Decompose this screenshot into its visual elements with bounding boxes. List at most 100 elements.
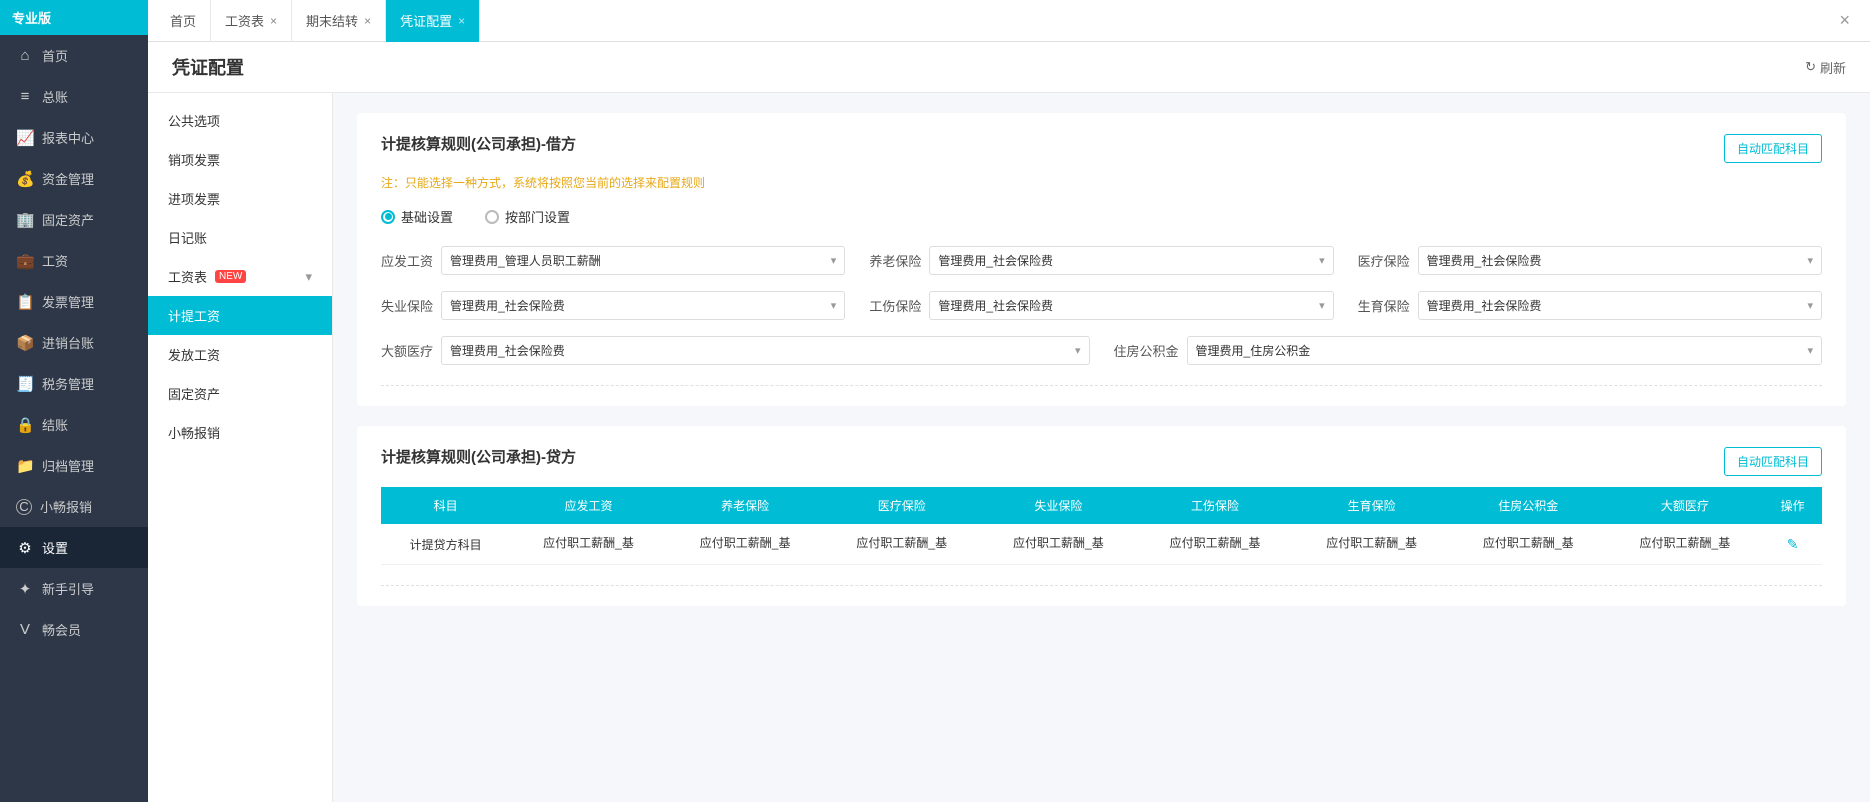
col-subject: 科目 xyxy=(381,487,510,524)
stock-icon: 📦 xyxy=(16,334,34,352)
sidebar-item-stock[interactable]: 📦 进销台账 xyxy=(0,322,148,363)
cell-medical: 应付职工薪酬_基 xyxy=(823,524,980,565)
archive-icon: 📁 xyxy=(16,457,34,475)
sidebar-item-guide[interactable]: ✦ 新手引导 xyxy=(0,568,148,609)
tab-voucher-config[interactable]: 凭证配置 × xyxy=(386,0,480,42)
cell-wage: 应付职工薪酬_基 xyxy=(510,524,667,565)
cell-pension: 应付职工薪酬_基 xyxy=(667,524,824,565)
form-item-unemployment: 失业保险 管理费用_社会保险费 ▾ xyxy=(381,291,845,320)
unemployment-select[interactable]: 管理费用_社会保险费 ▾ xyxy=(441,291,845,320)
cell-maternity: 应付职工薪酬_基 xyxy=(1293,524,1450,565)
credit-divider xyxy=(381,585,1822,586)
sidebar-item-xiaochang[interactable]: C 小畅报销 xyxy=(0,486,148,527)
col-medical: 医疗保险 xyxy=(823,487,980,524)
wage-select[interactable]: 管理费用_管理人员职工薪酬 ▾ xyxy=(441,246,845,275)
wage-select-arrow: ▾ xyxy=(831,254,837,267)
cell-injury: 应付职工薪酬_基 xyxy=(1137,524,1294,565)
injury-select-arrow: ▾ xyxy=(1319,299,1325,312)
new-badge: NEW xyxy=(215,270,246,283)
nav-item-public[interactable]: 公共选项 xyxy=(148,101,332,140)
sidebar-item-tax[interactable]: 🧾 税务管理 xyxy=(0,363,148,404)
maternity-select-arrow: ▾ xyxy=(1807,299,1813,312)
credit-table-header-row: 科目 应发工资 养老保险 医疗保险 失业保险 工伤保险 生育保险 住房公积金 大… xyxy=(381,487,1822,524)
form-item-big-medical: 大额医疗 管理费用_社会保险费 ▾ xyxy=(381,336,1090,365)
sidebar-item-settings[interactable]: ⚙ 设置 xyxy=(0,527,148,568)
sidebar-item-report[interactable]: 📈 报表中心 xyxy=(0,117,148,158)
nav-item-accrual-salary[interactable]: 计提工资 xyxy=(148,296,332,335)
debit-form-row2: 失业保险 管理费用_社会保险费 ▾ 工伤保险 管理费用_社会保险费 ▾ xyxy=(381,291,1822,320)
sidebar-item-member[interactable]: V 畅会员 xyxy=(0,609,148,650)
unemployment-label: 失业保险 xyxy=(381,296,433,315)
housing-label: 住房公积金 xyxy=(1114,341,1179,360)
settings-icon: ⚙ xyxy=(16,539,34,557)
credit-table: 科目 应发工资 养老保险 医疗保险 失业保险 工伤保险 生育保险 住房公积金 大… xyxy=(381,487,1822,565)
credit-section: 计提核算规则(公司承担)-贷方 自动匹配科目 科目 应发工资 养老保险 医疗保险… xyxy=(357,426,1846,606)
sidebar-item-fund[interactable]: 💰 资金管理 xyxy=(0,158,148,199)
injury-select[interactable]: 管理费用_社会保险费 ▾ xyxy=(929,291,1333,320)
tab-home[interactable]: 首页 xyxy=(156,0,211,42)
tab-payroll-close[interactable]: × xyxy=(270,14,277,28)
tab-voucher-config-close[interactable]: × xyxy=(458,14,465,28)
radio-dept[interactable]: 按部门设置 xyxy=(485,207,570,226)
debit-section-title: 计提核算规则(公司承担)-借方 xyxy=(381,133,576,154)
housing-select[interactable]: 管理费用_住房公积金 ▾ xyxy=(1187,336,1822,365)
injury-label: 工伤保险 xyxy=(869,296,921,315)
sidebar-item-salary[interactable]: 💼 工资 xyxy=(0,240,148,281)
medical-label: 医疗保险 xyxy=(1358,251,1410,270)
close-window-button[interactable]: × xyxy=(1827,10,1862,31)
nav-item-sales-invoice[interactable]: 销项发票 xyxy=(148,140,332,179)
pension-select[interactable]: 管理费用_社会保险费 ▾ xyxy=(929,246,1333,275)
sidebar-item-archive[interactable]: 📁 归档管理 xyxy=(0,445,148,486)
refresh-button[interactable]: ↻ 刷新 xyxy=(1805,58,1846,77)
credit-auto-match-button[interactable]: 自动匹配科目 xyxy=(1724,447,1822,476)
col-injury: 工伤保险 xyxy=(1137,487,1294,524)
nav-item-payroll-table[interactable]: 工资表 NEW ▾ xyxy=(148,257,332,296)
nav-item-purchase-invoice[interactable]: 进项发票 xyxy=(148,179,332,218)
col-housing: 住房公积金 xyxy=(1450,487,1607,524)
maternity-select[interactable]: 管理费用_社会保险费 ▾ xyxy=(1418,291,1822,320)
pension-select-arrow: ▾ xyxy=(1319,254,1325,267)
sidebar-item-asset[interactable]: 🏢 固定资产 xyxy=(0,199,148,240)
cell-action[interactable]: ✎ xyxy=(1763,524,1822,565)
tab-payroll[interactable]: 工资表 × xyxy=(211,0,292,42)
col-unemployment: 失业保险 xyxy=(980,487,1137,524)
content-area: 计提核算规则(公司承担)-借方 自动匹配科目 注：只能选择一种方式，系统将按照您… xyxy=(333,93,1870,802)
big-medical-select[interactable]: 管理费用_社会保险费 ▾ xyxy=(441,336,1089,365)
sidebar-item-invoice[interactable]: 📋 发票管理 xyxy=(0,281,148,322)
tab-period-close[interactable]: 期末结转 × xyxy=(292,0,386,42)
debit-radio-group: 基础设置 按部门设置 xyxy=(381,207,1822,226)
debit-auto-match-button[interactable]: 自动匹配科目 xyxy=(1724,134,1822,163)
unemployment-select-arrow: ▾ xyxy=(831,299,837,312)
medical-select-arrow: ▾ xyxy=(1807,254,1813,267)
cell-unemployment: 应付职工薪酬_基 xyxy=(980,524,1137,565)
big-medical-label: 大额医疗 xyxy=(381,341,433,360)
sidebar-item-close[interactable]: 🔒 结账 xyxy=(0,404,148,445)
cell-big-medical: 应付职工薪酬_基 xyxy=(1607,524,1764,565)
debit-section: 计提核算规则(公司承担)-借方 自动匹配科目 注：只能选择一种方式，系统将按照您… xyxy=(357,113,1846,406)
medical-select[interactable]: 管理费用_社会保险费 ▾ xyxy=(1418,246,1822,275)
page-title: 凭证配置 xyxy=(172,54,244,80)
col-big-medical: 大额医疗 xyxy=(1607,487,1764,524)
credit-section-header: 计提核算规则(公司承担)-贷方 自动匹配科目 xyxy=(381,446,1822,477)
nav-item-journal[interactable]: 日记账 xyxy=(148,218,332,257)
debit-note: 注：只能选择一种方式，系统将按照您当前的选择来配置规则 xyxy=(381,174,1822,191)
form-item-housing: 住房公积金 管理费用_住房公积金 ▾ xyxy=(1114,336,1823,365)
radio-dept-circle xyxy=(485,210,499,224)
nav-item-fixed-asset[interactable]: 固定资产 xyxy=(148,374,332,413)
expand-arrow-icon: ▾ xyxy=(305,269,312,285)
housing-select-arrow: ▾ xyxy=(1807,344,1813,357)
debit-form-row3: 大额医疗 管理费用_社会保险费 ▾ 住房公积金 管理费用_住房公积金 ▾ xyxy=(381,336,1822,365)
col-maternity: 生育保险 xyxy=(1293,487,1450,524)
col-pension: 养老保险 xyxy=(667,487,824,524)
debit-section-header: 计提核算规则(公司承担)-借方 自动匹配科目 xyxy=(381,133,1822,164)
sidebar-item-home[interactable]: ⌂ 首页 xyxy=(0,35,148,76)
ledger-icon: ≡ xyxy=(16,88,34,105)
nav-item-expense[interactable]: 小畅报销 xyxy=(148,413,332,452)
tax-icon: 🧾 xyxy=(16,375,34,393)
edit-row-button[interactable]: ✎ xyxy=(1787,536,1799,552)
refresh-icon: ↻ xyxy=(1805,59,1816,75)
tab-period-close-close[interactable]: × xyxy=(364,14,371,28)
nav-item-pay-salary[interactable]: 发放工资 xyxy=(148,335,332,374)
radio-basic[interactable]: 基础设置 xyxy=(381,207,453,226)
sidebar-item-ledger[interactable]: ≡ 总账 xyxy=(0,76,148,117)
